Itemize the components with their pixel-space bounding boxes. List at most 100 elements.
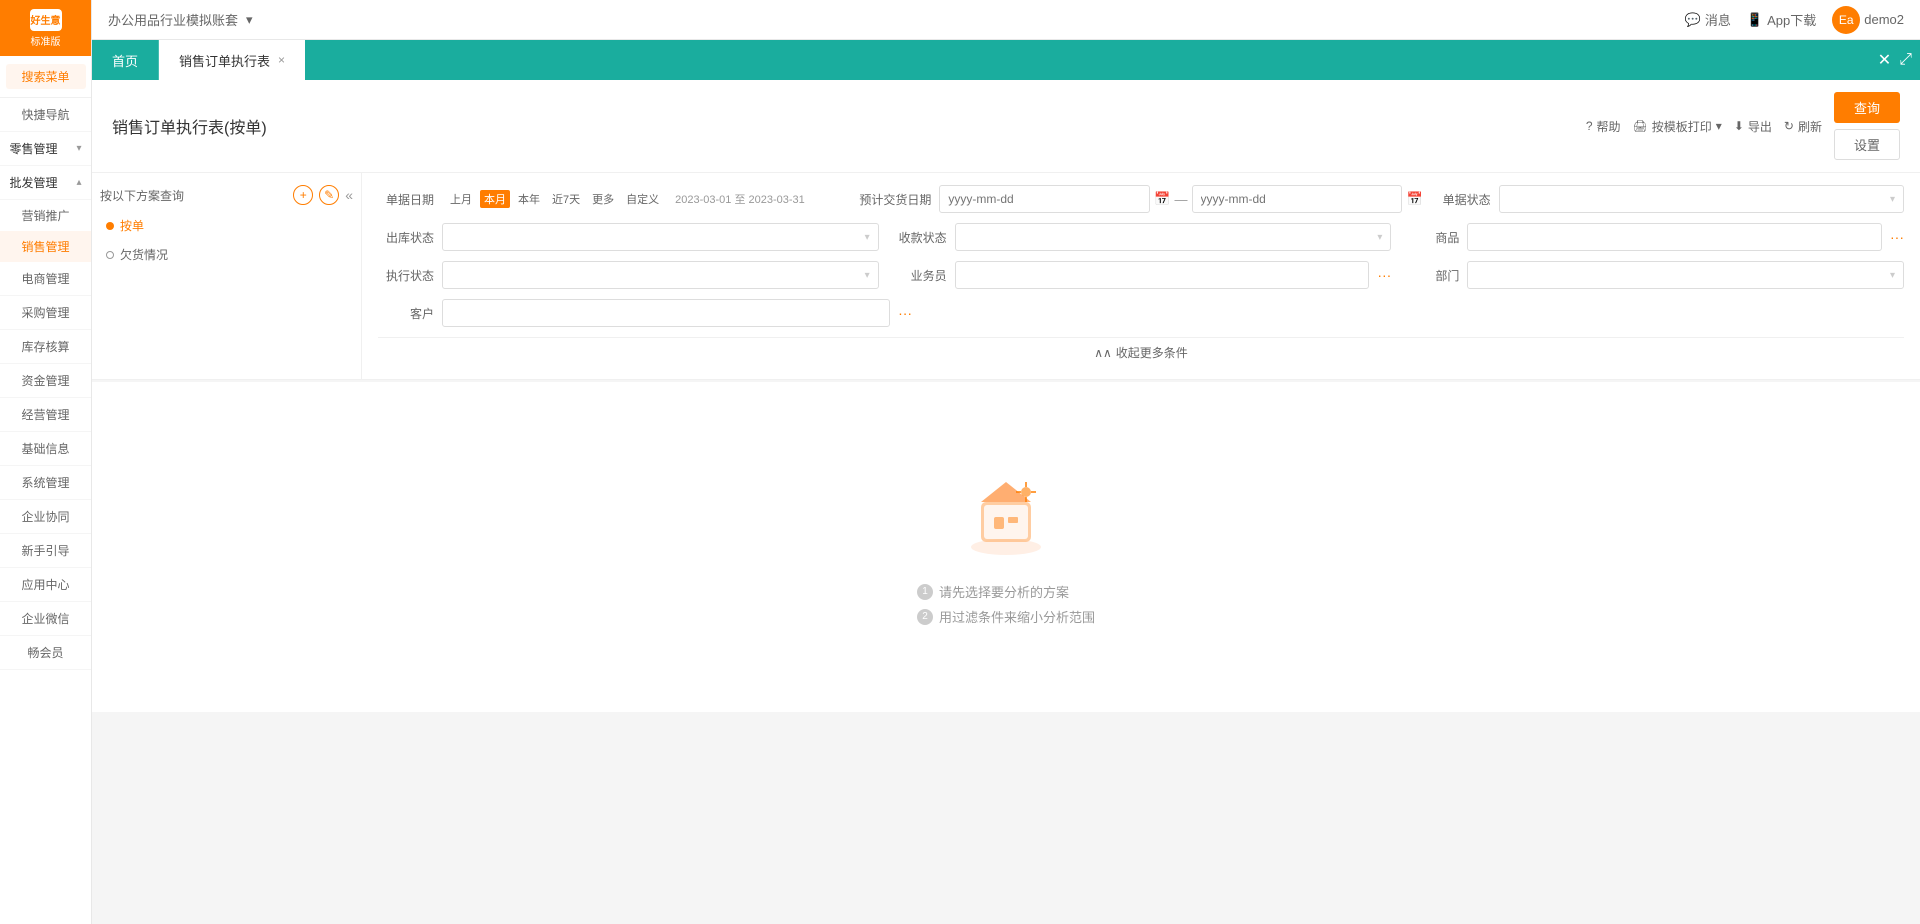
query-button[interactable]: 查询 (1834, 92, 1900, 123)
breadcrumb: 办公用品行业模拟账套 (108, 10, 238, 29)
sidebar-item-retail[interactable]: 零售管理 ▾ (0, 132, 92, 166)
empty-illustration (956, 462, 1056, 562)
enterprise-label: 企业协同 (21, 510, 69, 524)
tab-sales-order[interactable]: 销售订单执行表 × (159, 40, 305, 80)
breadcrumb-dropdown[interactable]: ▾ (246, 12, 253, 28)
content-actions: ? 帮助 🖨 按模板打印 ▾ ⬇ 导出 ↻ 刷新 查询 (1586, 92, 1900, 160)
settings-button[interactable]: 设置 (1834, 129, 1900, 160)
sidebar-item-quick-nav[interactable]: 快捷导航 (0, 98, 92, 132)
add-scheme-button[interactable]: + (293, 185, 313, 205)
custom-tag[interactable]: 自定义 (622, 190, 663, 208)
customer-more-icon[interactable]: ··· (898, 305, 912, 321)
refresh-button[interactable]: ↻ 刷新 (1784, 118, 1822, 135)
chevron-up-icon: ▴ (76, 177, 81, 188)
dept-label: 部门 (1403, 267, 1459, 284)
filter-field-goods: 商品 ··· (1403, 223, 1904, 251)
ecommerce-label: 电商管理 (21, 272, 69, 286)
sidebar: 好生意 标准版 搜索菜单 快捷导航 零售管理 ▾ 批发管理 ▴ 营销推广 销售管… (0, 0, 92, 924)
basics-label: 基础信息 (21, 442, 69, 456)
retail-label: 零售管理 (10, 140, 58, 157)
dept-dropdown[interactable]: ▾ (1467, 261, 1904, 289)
calendar-start-icon[interactable]: 📅 (1154, 191, 1170, 207)
delivery-status-dropdown[interactable]: ▾ (442, 223, 879, 251)
sidebar-item-appcenter[interactable]: 应用中心 (0, 568, 92, 602)
calendar-end-icon[interactable]: 📅 (1406, 191, 1422, 207)
this-year-tag[interactable]: 本年 (514, 190, 544, 208)
message-button[interactable]: 💬 消息 (1685, 10, 1731, 29)
sidebar-item-operations[interactable]: 经营管理 (0, 398, 92, 432)
filter-scheme-header: 按以下方案查询 + ✎ « (100, 185, 353, 205)
sidebar-item-member[interactable]: 畅会员 (0, 636, 92, 670)
inactive-dot (106, 251, 114, 259)
user-profile[interactable]: Ea demo2 (1832, 6, 1904, 34)
expected-date-end[interactable] (1192, 185, 1403, 213)
dropdown-icon: ▾ (246, 12, 253, 28)
content-area: 销售订单执行表(按单) ? 帮助 🖨 按模板打印 ▾ ⬇ 导出 ↻ 刷新 (92, 80, 1920, 924)
chevron-down-icon: ▾ (1377, 232, 1382, 243)
order-status-dropdown[interactable]: ▾ (1499, 185, 1904, 213)
app-download-icon: 📱 (1747, 12, 1763, 28)
last7-tag[interactable]: 近7天 (548, 190, 584, 208)
filter-row-2: 出库状态 ▾ 收款状态 ▾ 商品 (378, 223, 1904, 251)
scheme-item-by-order[interactable]: 按单 (100, 213, 353, 238)
sidebar-item-enterprise[interactable]: 企业协同 (0, 500, 92, 534)
sidebar-item-wholesale[interactable]: 批发管理 ▴ (0, 166, 92, 200)
salesman-more-icon[interactable]: ··· (1377, 267, 1391, 283)
chevron-down-icon: ▾ (865, 232, 870, 243)
date-range-display: 2023-03-01 至 2023-03-31 (675, 191, 805, 207)
sidebar-item-sales[interactable]: 销售管理 (0, 231, 92, 262)
app-download-button[interactable]: 📱 App下载 (1747, 10, 1816, 29)
sidebar-item-wechat[interactable]: 企业微信 (0, 602, 92, 636)
topbar-right: 💬 消息 📱 App下载 Ea demo2 (1685, 6, 1904, 34)
edit-scheme-button[interactable]: ✎ (319, 185, 339, 205)
filter-field-customer: 客户 ··· (378, 299, 912, 327)
inventory-label: 库存核算 (21, 340, 69, 354)
export-button[interactable]: ⬇ 导出 (1734, 118, 1772, 135)
close-window-icon[interactable]: ✕ (1878, 50, 1891, 70)
goods-input[interactable] (1467, 223, 1882, 251)
scheme-label-2: 欠货情况 (120, 246, 168, 263)
sidebar-item-inventory[interactable]: 库存核算 (0, 330, 92, 364)
sidebar-item-finance[interactable]: 资金管理 (0, 364, 92, 398)
refresh-label: 刷新 (1798, 118, 1822, 135)
export-label: 导出 (1748, 118, 1772, 135)
query-set-group: 查询 设置 (1834, 92, 1900, 160)
collapse-more-button[interactable]: ∧∧ 收起更多条件 (378, 337, 1904, 367)
sidebar-item-purchase[interactable]: 采购管理 (0, 296, 92, 330)
tab-home[interactable]: 首页 (92, 40, 159, 80)
sidebar-item-ecommerce[interactable]: 电商管理 (0, 262, 92, 296)
collapse-label: 收起更多条件 (1116, 344, 1188, 361)
salesman-input[interactable] (955, 261, 1370, 289)
last-month-tag[interactable]: 上月 (446, 190, 476, 208)
help-button[interactable]: ? 帮助 (1586, 118, 1621, 135)
quick-nav-label: 快捷导航 (21, 108, 69, 122)
operations-label: 经营管理 (21, 408, 69, 422)
customer-input[interactable] (442, 299, 890, 327)
more-tag[interactable]: 更多 (588, 190, 618, 208)
system-label: 系统管理 (21, 476, 69, 490)
filter-field-expected-date: 预计交货日期 📅 — 📅 (859, 185, 1422, 213)
search-menu-button[interactable]: 搜索菜单 (6, 64, 86, 89)
exec-status-dropdown[interactable]: ▾ (442, 261, 879, 289)
expected-date-label: 预计交货日期 (859, 191, 931, 208)
collapse-scheme-icon[interactable]: « (345, 187, 353, 203)
maximize-icon[interactable]: ⤢ (1899, 51, 1912, 69)
sidebar-item-newuser[interactable]: 新手引导 (0, 534, 92, 568)
main-area: 办公用品行业模拟账套 ▾ 💬 消息 📱 App下载 Ea demo2 (92, 0, 1920, 924)
scheme-item-shortage[interactable]: 欠货情况 (100, 242, 353, 267)
print-button[interactable]: 🖨 按模板打印 ▾ (1633, 118, 1722, 135)
sidebar-item-system[interactable]: 系统管理 (0, 466, 92, 500)
help-icon: ? (1586, 119, 1593, 133)
sidebar-item-basics[interactable]: 基础信息 (0, 432, 92, 466)
payment-status-dropdown[interactable]: ▾ (955, 223, 1392, 251)
empty-state: 1 请先选择要分析的方案 2 用过滤条件来缩小分析范围 (92, 382, 1920, 712)
this-month-tag[interactable]: 本月 (480, 190, 510, 208)
salesman-label: 业务员 (891, 267, 947, 284)
date-separator: — (1175, 192, 1188, 207)
sidebar-item-marketing[interactable]: 营销推广 (0, 200, 92, 231)
customer-label: 客户 (378, 305, 434, 322)
tab-close-icon[interactable]: × (278, 53, 285, 67)
tabbar: 首页 销售订单执行表 × ✕ ⤢ (92, 40, 1920, 80)
expected-date-start[interactable] (939, 185, 1150, 213)
goods-more-icon[interactable]: ··· (1890, 229, 1904, 245)
